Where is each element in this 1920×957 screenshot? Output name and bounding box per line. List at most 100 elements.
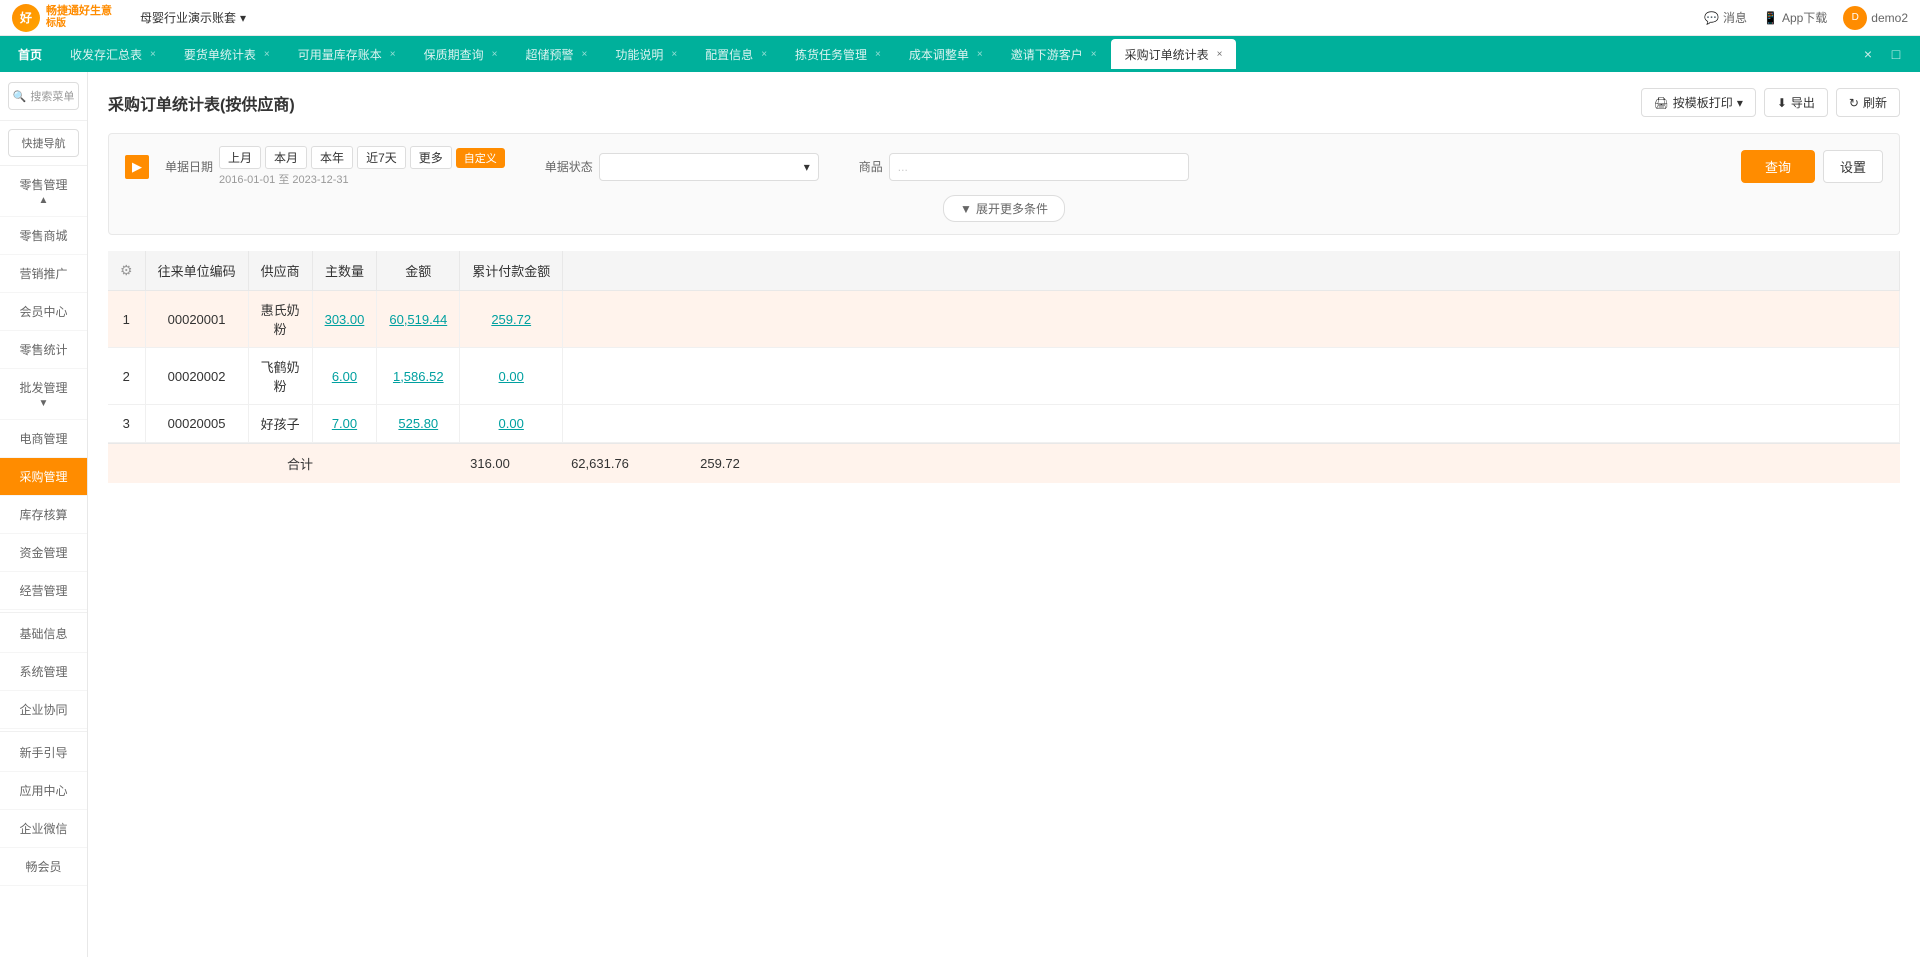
logo-icon: 好 [12,4,40,32]
tab-yaoqing[interactable]: 邀请下游客户 × [997,39,1111,69]
filter-7days-btn[interactable]: 近7天 [357,146,406,169]
sidebar-divider [0,612,87,613]
nav-tabs-end: × □ [1848,42,1916,66]
sidebar-item-jingying[interactable]: 经营管理 [0,572,87,610]
nav-tabs: 首页 收发存汇总表 × 要货单统计表 × 可用量库存账本 × 保质期查询 × 超… [0,36,1920,72]
filter-goods-input[interactable]: ... [889,153,1189,181]
filter-action-btns: 查询 设置 [1741,150,1883,183]
footer-label: 合计 [160,454,440,473]
col-amount: 金额 [377,251,460,291]
filter-date-group: 上月 本月 本年 近7天 更多 自定义 2016-01-01 至 2023-12… [219,146,505,187]
filter-toggle-btn[interactable]: ▶ [125,155,149,179]
filter-expand-area: ▼ 展开更多条件 [125,195,1883,222]
sidebar-item-diandian[interactable]: 电商管理 [0,420,87,458]
expand-btn[interactable]: ▼ 展开更多条件 [943,195,1065,222]
filter-row: ▶ 单据日期 上月 本月 本年 近7天 更多 自定义 [125,146,1883,187]
tab-chaochun[interactable]: 超储预警 × [511,39,601,69]
close-icon[interactable]: × [492,49,498,60]
template-print-btn[interactable]: 🖨 按模板打印 ▾ [1641,88,1756,117]
tab-peizhi[interactable]: 配置信息 × [691,39,781,69]
row-amount-2: 1,586.52 [377,348,460,405]
sidebar-item-lingxiao[interactable]: 零售管理 ▲ [0,166,87,217]
close-icon[interactable]: × [581,49,587,60]
sidebar-item-changhui[interactable]: 畅会员 [0,848,87,886]
sidebar-item-huiyuan[interactable]: 会员中心 [0,293,87,331]
filter-more-btn[interactable]: 更多 [410,146,452,169]
table-row: 3 00020005 好孩子 7.00 525.80 0.00 [108,405,1900,443]
sidebar-item-kucun[interactable]: 库存核算 [0,496,87,534]
tab-baozhi[interactable]: 保质期查询 × [410,39,512,69]
sidebar-item-shangcheng[interactable]: 零售商城 [0,217,87,255]
row-extra-1 [563,291,1900,348]
row-index-3: 3 [108,405,145,443]
row-supplier-1: 惠氏奶粉 [248,291,312,348]
close-icon[interactable]: × [264,49,270,60]
tab-caigou[interactable]: 采购订单统计表 × [1111,39,1237,69]
row-code-3: 00020005 [145,405,248,443]
sidebar-item-yingyong[interactable]: 应用中心 [0,772,87,810]
filter-status-select[interactable]: ▾ [599,153,819,181]
close-window-btn[interactable]: × [1856,42,1880,66]
data-table: ⚙ 往来单位编码 供应商 主数量 金额 累计付款金额 1 [108,251,1900,443]
page-title: 采购订单统计表(按供应商) [108,91,295,115]
col-extra [563,251,1900,291]
close-icon[interactable]: × [875,49,881,60]
main-layout: 🔍 搜索菜单 快捷导航 零售管理 ▲ 零售商城 营销推广 会员中心 零售统计 批… [0,72,1920,957]
settings-btn[interactable]: 设置 [1823,150,1883,183]
col-paid: 累计付款金额 [460,251,563,291]
tab-shoufahui[interactable]: 收发存汇总表 × [56,39,170,69]
row-amount-1: 60,519.44 [377,291,460,348]
close-icon[interactable]: × [150,49,156,60]
query-btn[interactable]: 查询 [1741,150,1815,183]
sidebar-item-yingxiao[interactable]: 营销推广 [0,255,87,293]
sidebar-item-xitong[interactable]: 系统管理 [0,653,87,691]
sidebar-item-xinshou[interactable]: 新手引导 [0,734,87,772]
search-menu-btn[interactable]: 🔍 搜索菜单 [8,82,79,110]
messages-btn[interactable]: 💬 消息 [1704,9,1747,26]
filter-last-month-btn[interactable]: 上月 [219,146,261,169]
tab-yaohuo[interactable]: 要货单统计表 × [170,39,284,69]
close-icon[interactable]: × [1091,49,1097,60]
workspace-selector[interactable]: 母婴行业演示账套 ▾ [140,9,246,26]
close-icon[interactable]: × [761,49,767,60]
avatar: D [1843,6,1867,30]
footer-quantity: 316.00 [440,456,540,471]
sidebar-item-qiye[interactable]: 企业协同 [0,691,87,729]
user-menu[interactable]: D demo2 [1843,6,1908,30]
app-download-btn[interactable]: 📱 App下载 [1763,9,1827,26]
filter-goods-item: 商品 ... [859,153,1189,181]
sidebar-item-lingxiaotj[interactable]: 零售统计 [0,331,87,369]
logo-text: 畅捷通好生意 标版 [46,5,112,30]
table-row: 1 00020001 惠氏奶粉 303.00 60,519.44 259.72 [108,291,1900,348]
tab-keyong[interactable]: 可用量库存账本 × [284,39,410,69]
tab-chengben[interactable]: 成本调整单 × [895,39,997,69]
sidebar-item-zijin[interactable]: 资金管理 [0,534,87,572]
maximize-btn[interactable]: □ [1884,42,1908,66]
filter-this-month-btn[interactable]: 本月 [265,146,307,169]
filter-this-year-btn[interactable]: 本年 [311,146,353,169]
tab-home[interactable]: 首页 [4,39,56,69]
refresh-icon: ↻ [1849,96,1859,110]
logo-area: 好 畅捷通好生意 标版 [12,4,112,32]
download-icon: 📱 [1763,11,1778,25]
sidebar-item-pifa[interactable]: 批发管理 ▼ [0,369,87,420]
close-icon[interactable]: × [977,49,983,60]
quick-nav-btn[interactable]: 快捷导航 [8,129,79,157]
settings-icon[interactable]: ⚙ [120,262,133,278]
close-icon[interactable]: × [671,49,677,60]
sidebar-item-weixin[interactable]: 企业微信 [0,810,87,848]
row-extra-2 [563,348,1900,405]
sidebar-item-jichu[interactable]: 基础信息 [0,615,87,653]
refresh-btn[interactable]: ↻ 刷新 [1836,88,1900,117]
tab-gongneng[interactable]: 功能说明 × [601,39,691,69]
footer-paid: 259.72 [660,456,780,471]
export-btn[interactable]: ⬇ 导出 [1764,88,1828,117]
tab-zhiyun[interactable]: 拣货任务管理 × [781,39,895,69]
filter-date-range: 2016-01-01 至 2023-12-31 [219,171,505,187]
sidebar-divider2 [0,731,87,732]
close-icon[interactable]: × [1217,49,1223,60]
sidebar-item-caigougl[interactable]: 采购管理 [0,458,87,496]
col-settings: ⚙ [108,251,145,291]
page-header: 采购订单统计表(按供应商) 🖨 按模板打印 ▾ ⬇ 导出 ↻ 刷新 [108,88,1900,117]
close-icon[interactable]: × [390,49,396,60]
